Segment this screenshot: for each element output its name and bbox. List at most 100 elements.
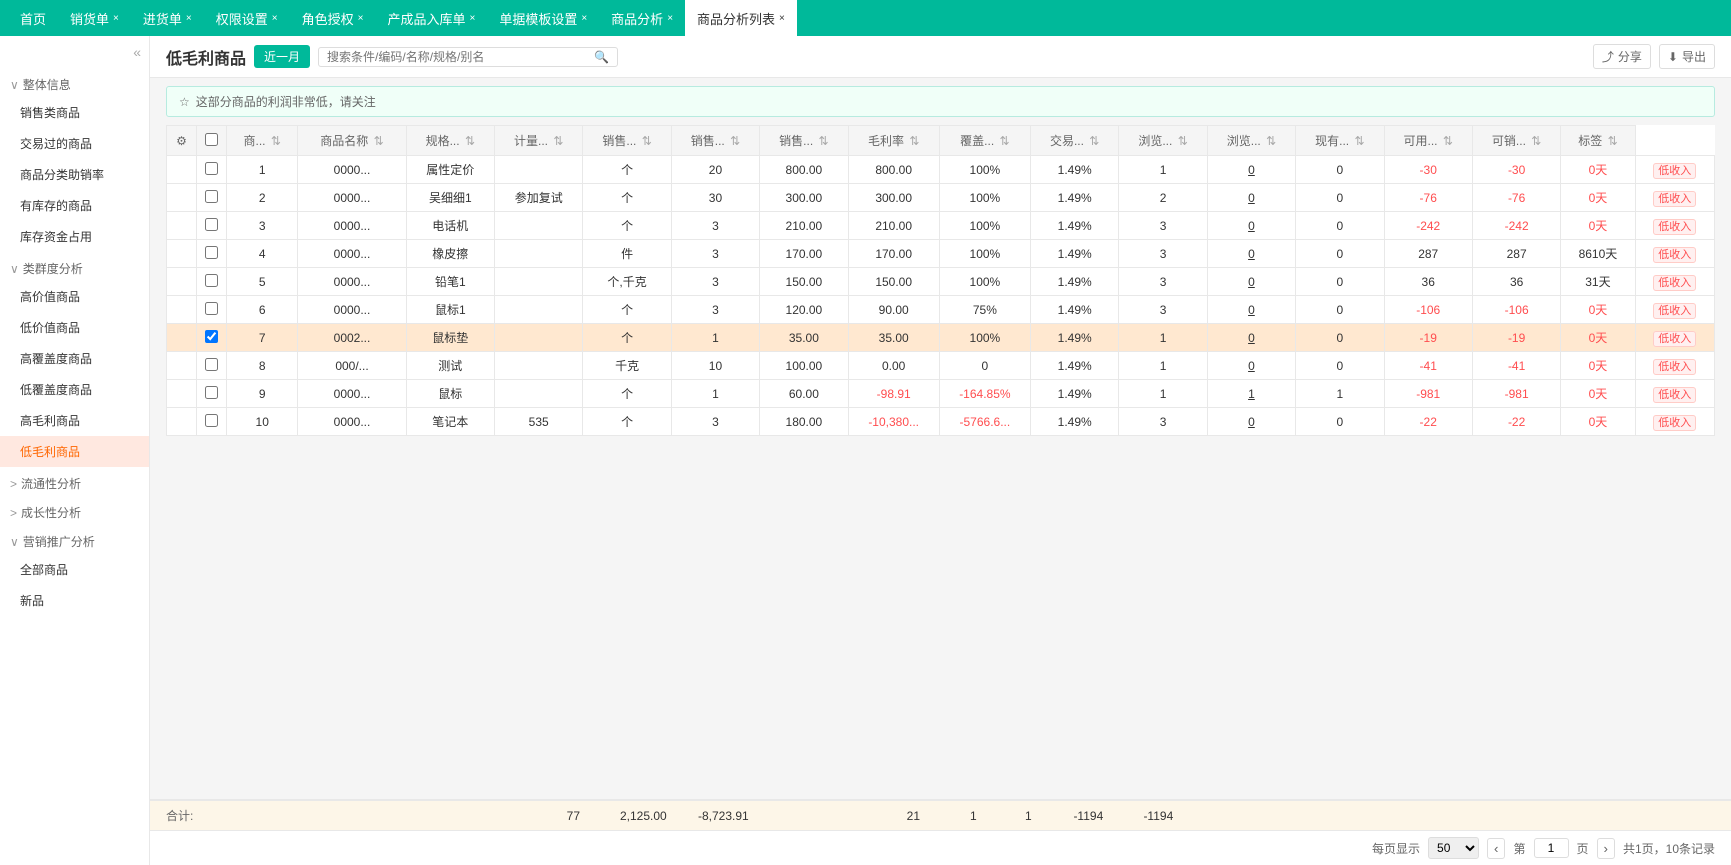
cell-browse1[interactable]: 0 — [1207, 156, 1295, 184]
cell-browse1[interactable]: 0 — [1207, 268, 1295, 296]
sort-icon[interactable]: ⇅ — [819, 134, 829, 148]
share-button[interactable]: ⤴ 分享 — [1593, 44, 1651, 69]
sidebar-item-有库存的商品[interactable]: 有库存的商品 — [0, 190, 149, 221]
cell-browse1[interactable]: 0 — [1207, 324, 1295, 352]
cell-browse1[interactable]: 0 — [1207, 212, 1295, 240]
col-settings[interactable]: ⚙ — [167, 126, 197, 156]
sort-icon[interactable]: ⇅ — [1531, 134, 1541, 148]
row-checkbox[interactable] — [205, 414, 218, 427]
sort-icon[interactable]: ⇅ — [909, 134, 919, 148]
cell-browse1[interactable]: 0 — [1207, 296, 1295, 324]
col-checkbox[interactable] — [197, 126, 227, 156]
cell-browse1[interactable]: 1 — [1207, 380, 1295, 408]
next-page-button[interactable]: › — [1597, 838, 1615, 859]
nav-item-权限设置[interactable]: 权限设置× — [204, 0, 290, 36]
browse1-link[interactable]: 0 — [1248, 219, 1255, 233]
row-checkbox[interactable] — [205, 218, 218, 231]
filter-button[interactable]: 近一月 — [254, 45, 310, 68]
row-checkbox[interactable] — [205, 190, 218, 203]
row-checkbox[interactable] — [205, 246, 218, 259]
row-checkbox[interactable] — [205, 162, 218, 175]
cell-checkbox[interactable] — [197, 240, 227, 268]
cell-checkbox[interactable] — [197, 156, 227, 184]
row-checkbox[interactable] — [205, 386, 218, 399]
sort-icon[interactable]: ⇅ — [1354, 134, 1364, 148]
search-input[interactable] — [327, 50, 594, 64]
close-icon[interactable]: × — [581, 13, 587, 24]
sidebar-group-title[interactable]: ∨类群度分析 — [0, 252, 149, 281]
nav-item-角色授权[interactable]: 角色授权× — [290, 0, 376, 36]
sort-icon[interactable]: ⇅ — [271, 134, 281, 148]
sort-icon[interactable]: ⇅ — [465, 134, 475, 148]
prev-page-button[interactable]: ‹ — [1487, 838, 1505, 859]
sidebar-item-高价值商品[interactable]: 高价值商品 — [0, 281, 149, 312]
cell-checkbox[interactable] — [197, 212, 227, 240]
page-number-input[interactable] — [1534, 838, 1569, 858]
sort-icon[interactable]: ⇅ — [1608, 134, 1618, 148]
browse1-link[interactable]: 0 — [1248, 247, 1255, 261]
nav-item-商品分析[interactable]: 商品分析× — [599, 0, 685, 36]
cell-checkbox[interactable] — [197, 408, 227, 436]
nav-item-进货单[interactable]: 进货单× — [131, 0, 204, 36]
nav-item-商品分析列表[interactable]: 商品分析列表× — [685, 0, 797, 36]
sidebar-item-低覆盖度商品[interactable]: 低覆盖度商品 — [0, 374, 149, 405]
sidebar-group-title[interactable]: >流通性分析 — [0, 467, 149, 496]
close-icon[interactable]: × — [779, 13, 785, 24]
close-icon[interactable]: × — [358, 13, 364, 24]
close-icon[interactable]: × — [186, 13, 192, 24]
cell-checkbox[interactable] — [197, 380, 227, 408]
sidebar-item-销售类商品[interactable]: 销售类商品 — [0, 97, 149, 128]
sort-icon[interactable]: ⇅ — [1089, 134, 1099, 148]
cell-checkbox[interactable] — [197, 324, 227, 352]
sidebar-group-title[interactable]: >成长性分析 — [0, 496, 149, 525]
sidebar-item-库存资金占用[interactable]: 库存资金占用 — [0, 221, 149, 252]
close-icon[interactable]: × — [469, 13, 475, 24]
export-button[interactable]: ⬇ 导出 — [1659, 44, 1715, 69]
cell-browse1[interactable]: 0 — [1207, 240, 1295, 268]
browse1-link[interactable]: 0 — [1248, 303, 1255, 317]
cell-browse1[interactable]: 0 — [1207, 352, 1295, 380]
sidebar-collapse-button[interactable]: « — [0, 36, 149, 68]
sort-icon[interactable]: ⇅ — [1443, 134, 1453, 148]
cell-browse1[interactable]: 0 — [1207, 408, 1295, 436]
sort-icon[interactable]: ⇅ — [374, 134, 384, 148]
sidebar-item-交易过的商品[interactable]: 交易过的商品 — [0, 128, 149, 159]
sidebar-group-title[interactable]: ∨整体信息 — [0, 68, 149, 97]
sidebar-item-商品分类助销率[interactable]: 商品分类助销率 — [0, 159, 149, 190]
page-size-select[interactable]: 50 100 200 — [1428, 837, 1479, 859]
nav-item-单据模板设置[interactable]: 单据模板设置× — [487, 0, 599, 36]
browse1-link[interactable]: 0 — [1248, 415, 1255, 429]
browse1-link[interactable]: 0 — [1248, 163, 1255, 177]
sort-icon[interactable]: ⇅ — [1000, 134, 1010, 148]
close-icon[interactable]: × — [667, 13, 673, 24]
row-checkbox[interactable] — [205, 358, 218, 371]
search-icon[interactable]: 🔍 — [594, 50, 609, 64]
nav-item-首页[interactable]: 首页 — [8, 0, 58, 36]
cell-checkbox[interactable] — [197, 296, 227, 324]
browse1-link[interactable]: 1 — [1248, 387, 1255, 401]
sidebar-item-低毛利商品[interactable]: 低毛利商品 — [0, 436, 149, 467]
sidebar-item-全部商品[interactable]: 全部商品 — [0, 554, 149, 585]
browse1-link[interactable]: 0 — [1248, 331, 1255, 345]
row-checkbox[interactable] — [205, 274, 218, 287]
cell-checkbox[interactable] — [197, 184, 227, 212]
cell-checkbox[interactable] — [197, 352, 227, 380]
cell-browse1[interactable]: 0 — [1207, 184, 1295, 212]
browse1-link[interactable]: 0 — [1248, 275, 1255, 289]
cell-checkbox[interactable] — [197, 268, 227, 296]
row-checkbox[interactable] — [205, 330, 218, 343]
sort-icon[interactable]: ⇅ — [730, 134, 740, 148]
browse1-link[interactable]: 0 — [1248, 191, 1255, 205]
sort-icon[interactable]: ⇅ — [1266, 134, 1276, 148]
browse1-link[interactable]: 0 — [1248, 359, 1255, 373]
sidebar-item-新品[interactable]: 新品 — [0, 585, 149, 616]
nav-item-销货单[interactable]: 销货单× — [58, 0, 131, 36]
sidebar-item-高毛利商品[interactable]: 高毛利商品 — [0, 405, 149, 436]
sidebar-item-高覆盖度商品[interactable]: 高覆盖度商品 — [0, 343, 149, 374]
sidebar-group-title[interactable]: ∨营销推广分析 — [0, 525, 149, 554]
close-icon[interactable]: × — [272, 13, 278, 24]
select-all-checkbox[interactable] — [205, 133, 218, 146]
sidebar-item-低价值商品[interactable]: 低价值商品 — [0, 312, 149, 343]
nav-item-产成品入库单[interactable]: 产成品入库单× — [375, 0, 487, 36]
sort-icon[interactable]: ⇅ — [1178, 134, 1188, 148]
